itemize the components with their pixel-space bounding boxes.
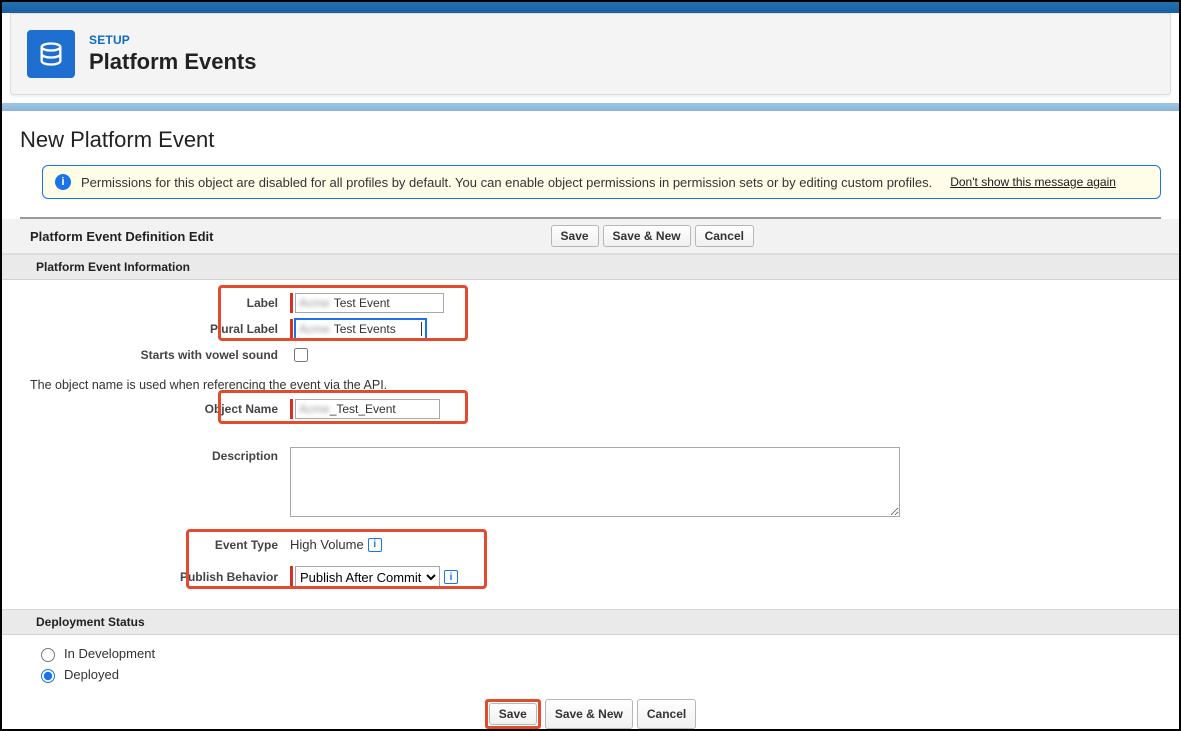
label-field-label: Label <box>20 296 290 310</box>
definition-edit-header: Platform Event Definition Edit Save Save… <box>2 219 1179 254</box>
publish-behavior-info-icon[interactable]: i <box>444 570 458 584</box>
in-development-radio[interactable] <box>41 648 55 662</box>
object-name-helper: The object name is used when referencing… <box>20 368 1161 396</box>
save-and-new-button-top[interactable]: Save & New <box>603 225 691 247</box>
definition-edit-title: Platform Event Definition Edit <box>30 229 213 244</box>
info-section-header: Platform Event Information <box>2 254 1179 280</box>
event-type-info-icon[interactable]: i <box>368 538 382 552</box>
permissions-info-banner: i Permissions for this object are disabl… <box>42 165 1161 199</box>
banner-text: Permissions for this object are disabled… <box>81 175 932 190</box>
cancel-button-top[interactable]: Cancel <box>695 225 754 247</box>
cancel-button-bottom[interactable]: Cancel <box>637 699 696 729</box>
deployed-option[interactable]: Deployed <box>20 664 1161 685</box>
info-icon: i <box>55 174 71 190</box>
plural-label-field-label: Plural Label <box>20 322 290 336</box>
setup-breadcrumb: SETUP <box>89 33 257 47</box>
deployment-section-header: Deployment Status <box>2 609 1179 635</box>
bottom-button-bar: Save Save & New Cancel <box>2 685 1179 731</box>
page-title: New Platform Event <box>2 111 1179 165</box>
in-development-option[interactable]: In Development <box>20 643 1161 664</box>
deployed-radio[interactable] <box>41 669 55 683</box>
event-type-field-label: Event Type <box>20 538 290 552</box>
label-input[interactable]: Acme Test Event <box>295 293 444 313</box>
publish-behavior-field-label: Publish Behavior <box>20 570 290 584</box>
object-name-field-label: Object Name <box>20 402 290 416</box>
top-bar <box>2 2 1179 13</box>
dismiss-banner-link[interactable]: Don't show this message again <box>950 175 1116 189</box>
header-separator <box>2 103 1179 111</box>
vowel-checkbox[interactable] <box>294 348 308 362</box>
save-and-new-button-bottom[interactable]: Save & New <box>545 699 633 729</box>
vowel-field-label: Starts with vowel sound <box>20 348 290 362</box>
platform-events-icon <box>27 30 75 78</box>
save-button-top[interactable]: Save <box>551 225 599 247</box>
object-title: Platform Events <box>89 49 257 75</box>
event-type-value: High Volume <box>290 537 364 552</box>
object-name-input[interactable]: Acme _Test_Event <box>295 399 440 419</box>
page-header: SETUP Platform Events <box>10 13 1171 95</box>
save-button-bottom[interactable]: Save <box>489 703 537 725</box>
plural-label-input[interactable]: Acme Test Events <box>295 319 426 339</box>
description-field-label: Description <box>20 447 290 463</box>
save-button-highlight: Save <box>485 699 541 729</box>
description-textarea[interactable] <box>290 447 900 517</box>
publish-behavior-select[interactable]: Publish After Commit <box>295 566 440 588</box>
